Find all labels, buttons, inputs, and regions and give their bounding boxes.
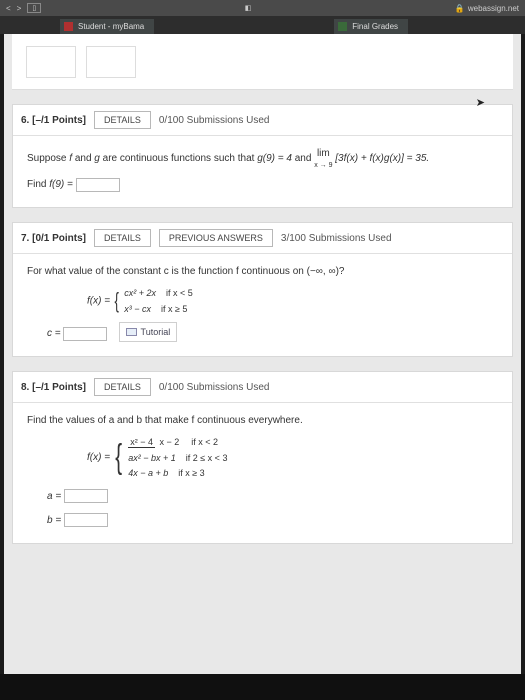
points-label: 7. [0/1 Points] [21,233,86,244]
eq: f(x) = [87,453,113,464]
browser-topbar: < > ▯ ◧ 🔒 webassign.net [0,0,525,16]
submissions-label: 3/100 Submissions Used [281,233,392,244]
tab-mybama[interactable]: Student - myBama [60,19,154,34]
question-header: 8. [–/1 Points] DETAILS 0/100 Submission… [13,372,512,403]
question-body: Suppose f and g are continuous functions… [13,136,512,207]
text: and [75,153,94,164]
piecewise-def: { cx² + 2xif x < 5 x³ − cxif x ≥ 5 [113,286,193,316]
ghost-input[interactable] [26,46,76,78]
question-6: 6. [–/1 Points] DETAILS 0/100 Submission… [12,104,513,208]
details-button[interactable]: DETAILS [94,111,151,129]
question-header: 6. [–/1 Points] DETAILS 0/100 Submission… [13,105,512,136]
nav-back-icon[interactable]: < [6,4,11,13]
label: Tutorial [141,325,171,339]
browser-tabs: Student - myBama Final Grades [0,16,525,34]
eq: c = [47,328,63,339]
shield-icon[interactable]: ◧ [241,3,255,13]
limit-expr: lim x → 9 [314,146,332,171]
submissions-label: 0/100 Submissions Used [159,115,270,126]
question-header: 7. [0/1 Points] DETAILS PREVIOUS ANSWERS… [13,223,512,254]
tutorial-icon [126,328,137,336]
submissions-label: 0/100 Submissions Used [159,382,270,393]
prompt-text: Find the values of a and b that make f c… [27,413,498,429]
brace-icon: { [114,297,118,306]
question-8: 8. [–/1 Points] DETAILS 0/100 Submission… [12,371,513,543]
eq: f(9) = [49,179,73,190]
eq: g(9) = 4 [257,153,292,164]
eq: a = [47,491,64,502]
previous-answers-button[interactable]: PREVIOUS ANSWERS [159,229,273,247]
question-7: 7. [0/1 Points] DETAILS PREVIOUS ANSWERS… [12,222,513,357]
points-label: 6. [–/1 Points] [21,115,86,126]
lock-icon: 🔒 [455,4,465,13]
answer-input-b[interactable] [64,513,108,527]
eq: [3f(x) + f(x)g(x)] = 35. [335,153,429,164]
tutorial-button[interactable]: Tutorial [119,322,178,342]
url-text: webassign.net [468,4,519,13]
eq: f(x) = [87,296,113,307]
device-bottom [0,674,525,700]
text: are continuous functions such that [103,153,258,164]
text: Suppose [27,153,69,164]
answer-input[interactable] [63,327,107,341]
answer-input-a[interactable] [64,489,108,503]
ghost-input[interactable] [86,46,136,78]
mouse-cursor-icon: ➤ [476,96,485,109]
piecewise-def: { x² − 4 x − 2 if x < 2 ax² − bx + 1if 2… [113,435,228,480]
text: and [295,153,314,164]
sidebar-toggle-icon[interactable]: ▯ [27,3,41,13]
eq: b = [47,515,64,526]
tab-final-grades[interactable]: Final Grades [334,19,408,34]
fraction: x² − 4 x − 2 [128,435,181,449]
details-button[interactable]: DETAILS [94,378,151,396]
prompt-text: For what value of the constant c is the … [27,264,498,280]
nav-fwd-icon[interactable]: > [17,4,22,13]
answer-input[interactable] [76,178,120,192]
points-label: 8. [–/1 Points] [21,382,86,393]
brace-icon: { [115,451,122,465]
question-body: Find the values of a and b that make f c… [13,403,512,542]
prev-question-stub [12,34,513,90]
question-body: For what value of the constant c is the … [13,254,512,356]
text: Find [27,179,49,190]
page-content: ➤ 6. [–/1 Points] DETAILS 0/100 Submissi… [4,34,521,674]
details-button[interactable]: DETAILS [94,229,151,247]
